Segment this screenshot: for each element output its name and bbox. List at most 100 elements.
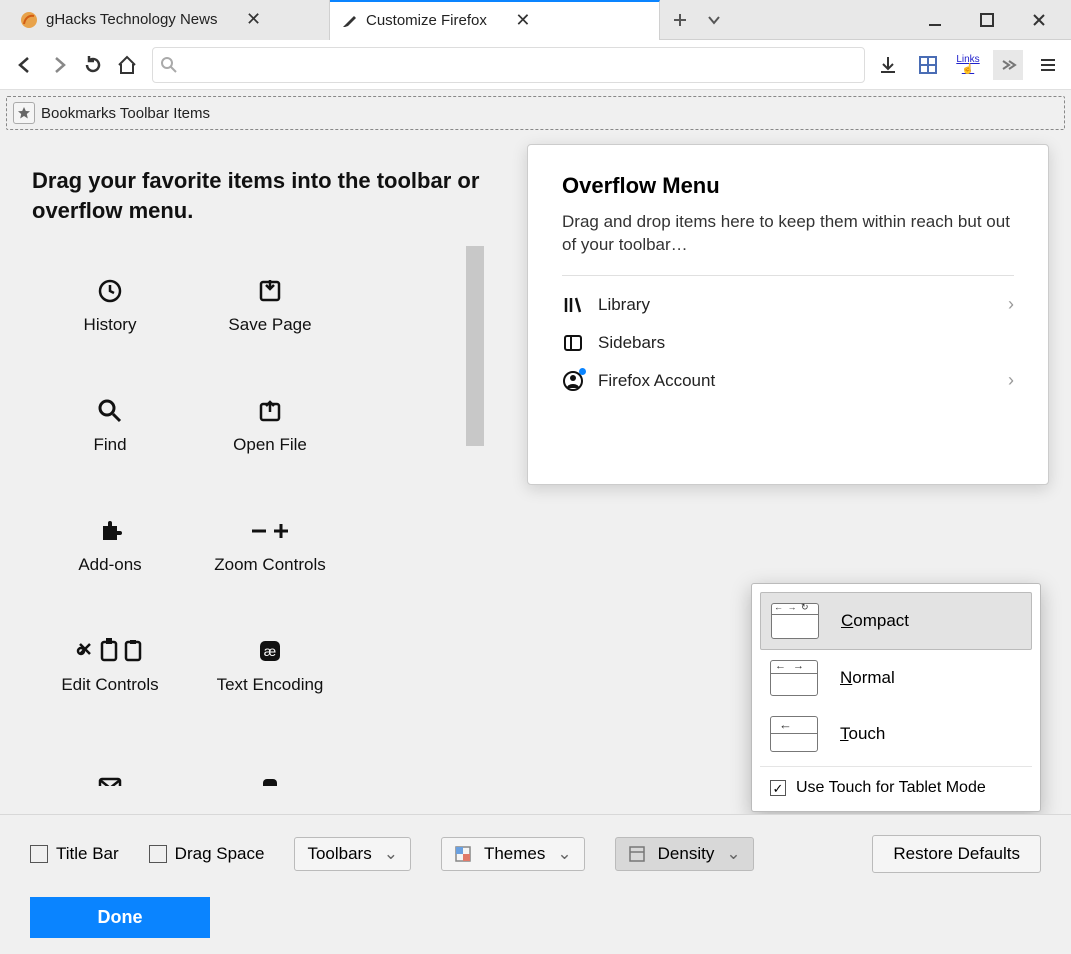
themes-dropdown[interactable]: Themes ⌄ (441, 837, 585, 871)
customize-main: Drag your favorite items into the toolba… (0, 136, 1071, 814)
toolbar-end-icons: Links☝ (873, 50, 1063, 80)
panorama-button[interactable] (913, 50, 943, 80)
density-option-label: Touch (840, 724, 885, 744)
close-window-button[interactable] (1027, 8, 1051, 32)
overflow-item-list[interactable]: Library › Sidebars Firefox Account › (562, 276, 1014, 456)
palette-label: Open File (233, 435, 307, 455)
tab-title: Customize Firefox (366, 12, 487, 29)
palette-label: Text Encoding (217, 675, 324, 695)
zoom-controls-icon (248, 517, 292, 545)
density-option-compact[interactable]: Compact (760, 592, 1032, 650)
library-icon (562, 294, 584, 316)
nav-toolbar: Links☝ (0, 40, 1071, 90)
forward-button[interactable] (42, 48, 76, 82)
palette-hat[interactable] (190, 726, 350, 786)
palette-label: Find (93, 435, 126, 455)
brush-icon (340, 12, 358, 30)
dropdown-label: Density (658, 844, 715, 864)
tab-actions (660, 6, 734, 34)
palette-label: Add-ons (78, 555, 141, 575)
palette-edit-controls[interactable]: Edit Controls (30, 606, 190, 726)
overflow-item-label: Firefox Account (598, 371, 715, 391)
dropdown-label: Themes (484, 844, 545, 864)
dropdown-label: Toolbars (307, 844, 371, 864)
overflow-menu-panel: Overflow Menu Drag and drop items here t… (527, 144, 1049, 485)
reload-button[interactable] (76, 48, 110, 82)
palette-label: Zoom Controls (214, 555, 325, 575)
palette-find[interactable]: Find (30, 366, 190, 486)
edit-controls-icon (74, 637, 146, 665)
footer-row: Title Bar Drag Space Toolbars ⌄ Themes ⌄… (30, 835, 1041, 873)
history-icon (97, 277, 123, 305)
back-button[interactable] (8, 48, 42, 82)
links-label: Links (956, 55, 979, 65)
toolbars-dropdown[interactable]: Toolbars ⌄ (294, 837, 411, 871)
svg-text:æ: æ (264, 643, 276, 659)
density-option-normal[interactable]: Normal (760, 650, 1032, 706)
search-icon (161, 57, 177, 73)
palette-open-file[interactable]: Open File (190, 366, 350, 486)
downloads-button[interactable] (873, 50, 903, 80)
palette-addons[interactable]: Add-ons (30, 486, 190, 606)
close-icon[interactable]: ✕ (515, 13, 531, 29)
tab-strip: gHacks Technology News ✕ Customize Firef… (0, 0, 1071, 40)
density-tablet-checkbox-row[interactable]: ✓ Use Touch for Tablet Mode (760, 766, 1032, 803)
chevron-down-icon: ⌄ (384, 844, 398, 864)
chevron-right-icon: › (1008, 294, 1014, 315)
tab-customize[interactable]: Customize Firefox ✕ (330, 0, 660, 40)
links-toolbar-item[interactable]: Links☝ (953, 50, 983, 80)
palette-email[interactable] (30, 726, 190, 786)
overflow-button[interactable] (993, 50, 1023, 80)
checkbox-checked-icon[interactable]: ✓ (770, 780, 786, 796)
scrollbar-thumb[interactable] (466, 246, 484, 446)
palette-zoom-controls[interactable]: Zoom Controls (190, 486, 350, 606)
checkbox-label: Title Bar (56, 844, 119, 864)
overflow-title: Overflow Menu (562, 173, 1014, 199)
palette-scrollbar[interactable] (466, 246, 484, 776)
done-button[interactable]: Done (30, 897, 210, 938)
hat-icon (256, 772, 284, 786)
palette-label: Edit Controls (61, 675, 158, 695)
density-thumb-touch (770, 716, 818, 752)
overflow-item-account[interactable]: Firefox Account › (562, 362, 1014, 400)
chevron-down-icon: ⌄ (726, 844, 740, 864)
palette-label: History (84, 315, 137, 335)
new-tab-button[interactable] (666, 6, 694, 34)
minimize-button[interactable] (923, 8, 947, 32)
tab-ghacks[interactable]: gHacks Technology News ✕ (0, 0, 330, 40)
palette-save-page[interactable]: Save Page (190, 246, 350, 366)
menu-button[interactable] (1033, 50, 1063, 80)
density-popup: Compact Normal Touch ✓ Use Touch for Tab… (751, 583, 1041, 812)
checkbox-empty-icon (149, 845, 167, 863)
bookmarks-toolbar-drop-target[interactable]: Bookmarks Toolbar Items (6, 96, 1065, 130)
overflow-item-library[interactable]: Library › (562, 286, 1014, 324)
palette-text-encoding[interactable]: æ Text Encoding (190, 606, 350, 726)
url-bar[interactable] (152, 47, 865, 83)
density-option-label: Normal (840, 668, 895, 688)
density-dropdown[interactable]: Density ⌄ (615, 837, 754, 871)
customize-palette: History Save Page Find Open File Add-ons… (30, 246, 470, 786)
close-icon[interactable]: ✕ (245, 12, 261, 28)
titlebar-checkbox[interactable]: Title Bar (30, 844, 119, 864)
home-button[interactable] (110, 48, 144, 82)
maximize-button[interactable] (975, 8, 999, 32)
restore-defaults-button[interactable]: Restore Defaults (872, 835, 1041, 873)
ghacks-favicon (20, 11, 38, 29)
density-tablet-label: Use Touch for Tablet Mode (796, 779, 986, 797)
find-icon (97, 397, 123, 425)
density-thumb-compact (771, 603, 819, 639)
checkbox-empty-icon (30, 845, 48, 863)
sidebars-icon (562, 332, 584, 354)
drag-space-checkbox[interactable]: Drag Space (149, 844, 265, 864)
palette-history[interactable]: History (30, 246, 190, 366)
density-icon (628, 845, 646, 863)
tabs-dropdown-button[interactable] (700, 6, 728, 34)
density-option-touch[interactable]: Touch (760, 706, 1032, 762)
save-page-icon (257, 277, 283, 305)
addons-icon (97, 517, 123, 545)
chevron-down-icon: ⌄ (557, 844, 571, 864)
overflow-item-sidebars[interactable]: Sidebars (562, 324, 1014, 362)
overflow-item-label: Sidebars (598, 333, 665, 353)
text-encoding-icon: æ (257, 637, 283, 665)
account-icon (562, 370, 584, 392)
